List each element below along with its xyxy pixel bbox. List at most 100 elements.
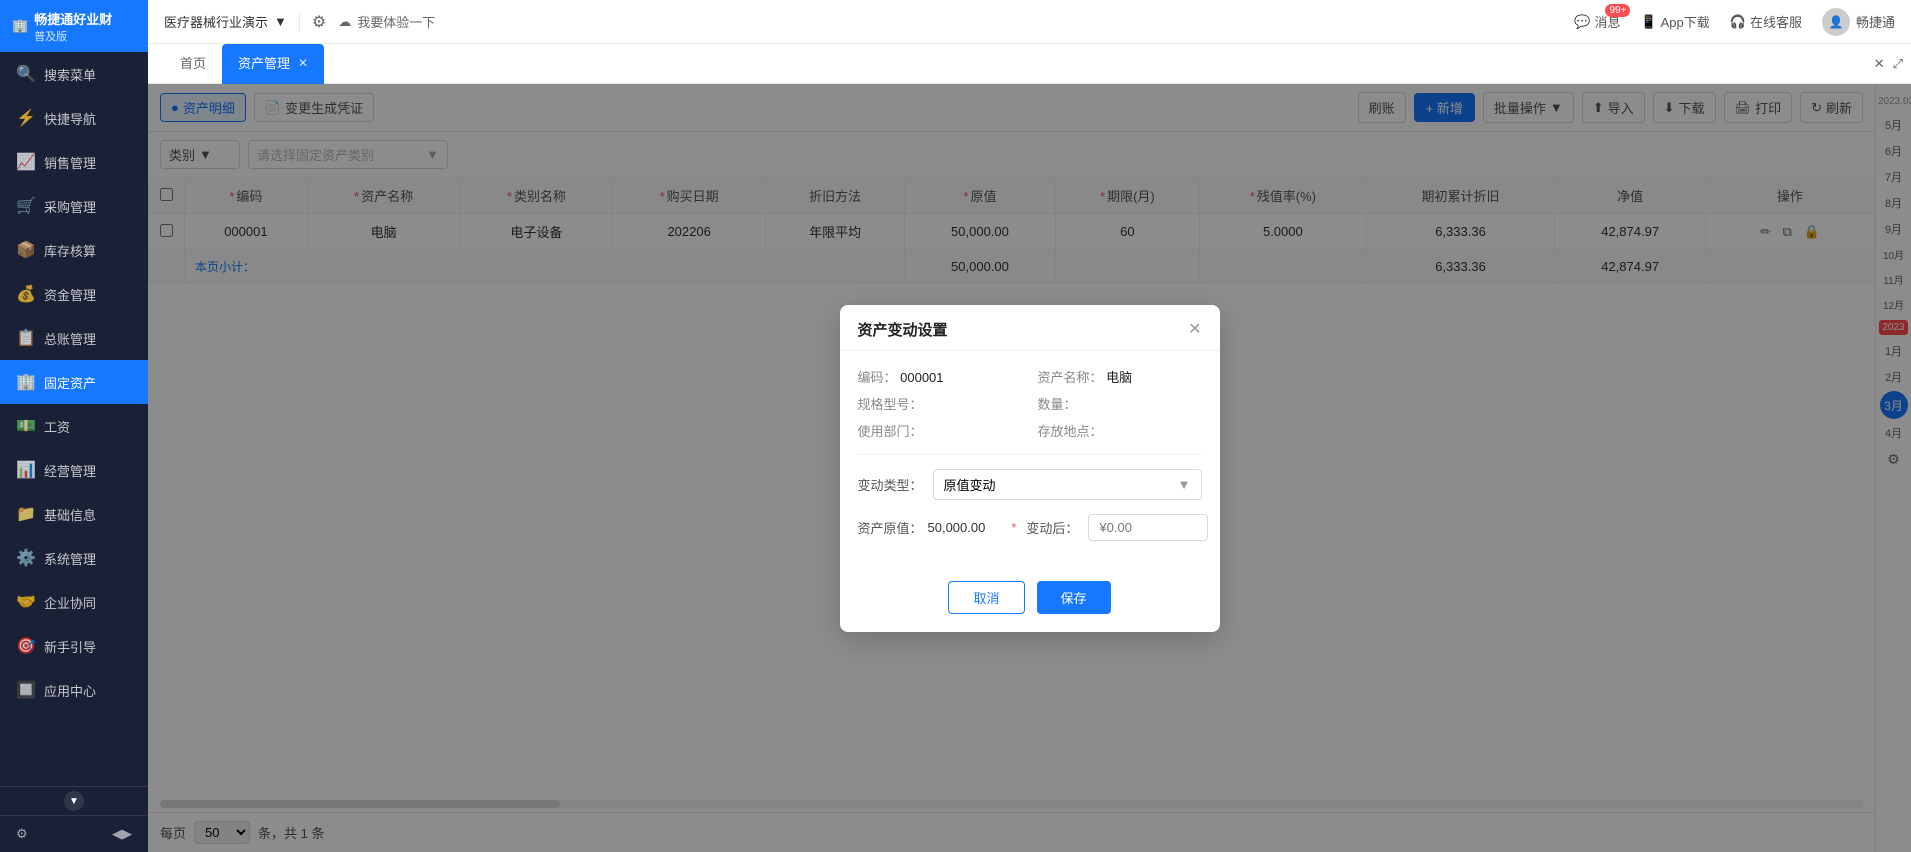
main-content: 医疗器械行业演示 ▼ ⚙ ☁ 我要体验一下 💬 消息 99+ 📱 App下载 🎧… [148, 0, 1911, 852]
gear-icon: ⚙️ [16, 548, 34, 568]
dialog-overlay: 资产变动设置 ✕ 编码： 000001 资产名称： 电脑 [148, 84, 1911, 852]
scroll-down-btn[interactable]: ▼ [64, 791, 84, 811]
sidebar-item-label: 经营管理 [44, 461, 96, 480]
original-value-label: 资产原值： [858, 518, 918, 537]
sidebar-item-quicknav[interactable]: ⚡ 快捷导航 [0, 96, 148, 140]
payroll-icon: 💵 [16, 416, 34, 436]
sidebar-item-sales[interactable]: 📈 销售管理 [0, 140, 148, 184]
experience-btn[interactable]: ☁ 我要体验一下 [338, 12, 435, 31]
online-service-label: 在线客服 [1750, 12, 1802, 31]
dialog-department-field: 使用部门： [858, 421, 1022, 440]
sidebar-item-appstore[interactable]: 🔲 应用中心 [0, 668, 148, 712]
change-type-select[interactable]: 原值变动 ▼ [933, 469, 1202, 500]
sidebar-item-label: 资金管理 [44, 285, 96, 304]
message-count: 99+ [1605, 4, 1630, 17]
original-value-row: 资产原值： 50,000.00 * 变动后： [858, 514, 1202, 541]
change-type-value: 原值变动 [944, 475, 996, 494]
cloud-icon: ☁ [338, 14, 351, 30]
cancel-label: 取消 [973, 591, 999, 606]
tab-close-icon[interactable]: ✕ [298, 56, 308, 70]
tab-home[interactable]: 首页 [164, 44, 222, 84]
message-icon: 💬 [1574, 14, 1590, 30]
window-expand-icon[interactable]: ⤢ [1893, 56, 1903, 72]
code-value: 000001 [900, 370, 943, 385]
folder-icon: 📁 [16, 504, 34, 524]
settings-icon[interactable]: ⚙ [16, 826, 28, 842]
tab-asset-management[interactable]: 资产管理 ✕ [222, 44, 324, 84]
sidebar-item-label: 新手引导 [44, 637, 96, 656]
dialog-title: 资产变动设置 [858, 319, 948, 340]
username: 畅捷通 [1856, 12, 1895, 31]
after-change-label: 变动后： [1026, 518, 1078, 537]
app-download-label: App下载 [1661, 12, 1710, 31]
sidebar-item-label: 应用中心 [44, 681, 96, 700]
window-close-icon[interactable]: ✕ [1874, 56, 1885, 72]
chart-icon: 📈 [16, 152, 34, 172]
sidebar-item-label: 工资 [44, 417, 70, 436]
sidebar-item-payroll[interactable]: 💵 工资 [0, 404, 148, 448]
user-btn[interactable]: 👤 畅捷通 [1822, 8, 1895, 36]
avatar: 👤 [1822, 8, 1850, 36]
quantity-label: 数量： [1038, 397, 1077, 412]
change-type-label: 变动类型： [858, 475, 923, 494]
save-label: 保存 [1061, 591, 1087, 606]
tab-asset-label: 资产管理 [238, 53, 290, 72]
target-icon: 🎯 [16, 636, 34, 656]
app-logo: 🏢 畅捷通好业财 普及版 [0, 0, 148, 52]
sidebar-item-label: 搜索菜单 [44, 65, 96, 84]
dialog-divider [858, 454, 1202, 455]
sidebar-item-purchase[interactable]: 🛒 采购管理 [0, 184, 148, 228]
sidebar-item-label: 企业协同 [44, 593, 96, 612]
settings-button[interactable]: ⚙ [312, 12, 326, 32]
sidebar-item-label: 库存核算 [44, 241, 96, 260]
app-name: 畅捷通好业财 [34, 9, 112, 28]
lightning-icon: ⚡ [16, 108, 34, 128]
money-icon: 💰 [16, 284, 34, 304]
after-change-input[interactable] [1088, 514, 1208, 541]
sidebar-item-search[interactable]: 🔍 搜索菜单 [0, 52, 148, 96]
dialog-storage-field: 存放地点： [1038, 421, 1202, 440]
message-btn[interactable]: 💬 消息 99+ [1574, 12, 1620, 31]
dialog-asset-name-field: 资产名称： 电脑 [1038, 367, 1202, 386]
dialog-spec-field: 规格型号： [858, 394, 1022, 413]
dialog-close-icon[interactable]: ✕ [1188, 319, 1201, 339]
tabbar: 首页 资产管理 ✕ ✕ ⤢ [148, 44, 1911, 84]
sidebar-item-guide[interactable]: 🎯 新手引导 [0, 624, 148, 668]
company-name: 医疗器械行业演示 [164, 12, 268, 31]
code-label: 编码： [858, 370, 897, 385]
tabbar-right: ✕ ⤢ [1874, 56, 1911, 72]
storage-label: 存放地点： [1038, 424, 1103, 439]
sidebar-item-fixedassets[interactable]: 🏢 固定资产 [0, 360, 148, 404]
box-icon: 📦 [16, 240, 34, 260]
app-edition: 普及版 [34, 28, 112, 44]
dropdown-icon: ▼ [274, 14, 287, 29]
asset-change-dialog: 资产变动设置 ✕ 编码： 000001 资产名称： 电脑 [840, 305, 1220, 632]
cancel-button[interactable]: 取消 [948, 581, 1024, 614]
sidebar-item-label: 采购管理 [44, 197, 96, 216]
tab-home-label: 首页 [180, 53, 206, 72]
sidebar-item-label: 销售管理 [44, 153, 96, 172]
sidebar-item-ledger[interactable]: 📋 总账管理 [0, 316, 148, 360]
select-dropdown-icon: ▼ [1178, 477, 1191, 492]
collapse-icon[interactable]: ◀▶ [112, 826, 132, 842]
grid-icon: 🔲 [16, 680, 34, 700]
dialog-header: 资产变动设置 ✕ [840, 305, 1220, 351]
sidebar-item-label: 系统管理 [44, 549, 96, 568]
save-button[interactable]: 保存 [1037, 581, 1111, 614]
dialog-info-grid: 编码： 000001 资产名称： 电脑 规格型号： 数量： [858, 367, 1202, 440]
download-icon: 📱 [1640, 14, 1656, 30]
sidebar-item-inventory[interactable]: 📦 库存核算 [0, 228, 148, 272]
app-download-btn[interactable]: 📱 App下载 [1640, 12, 1709, 31]
dialog-body: 编码： 000001 资产名称： 电脑 规格型号： 数量： [840, 351, 1220, 571]
sidebar-item-finance[interactable]: 💰 资金管理 [0, 272, 148, 316]
experience-label: 我要体验一下 [357, 12, 435, 31]
company-selector[interactable]: 医疗器械行业演示 ▼ [164, 12, 287, 31]
sidebar-item-management[interactable]: 📊 经营管理 [0, 448, 148, 492]
change-type-row: 变动类型： 原值变动 ▼ [858, 469, 1202, 500]
sidebar-item-base[interactable]: 📁 基础信息 [0, 492, 148, 536]
sidebar-item-cooperation[interactable]: 🤝 企业协同 [0, 580, 148, 624]
handshake-icon: 🤝 [16, 592, 34, 612]
sidebar-item-system[interactable]: ⚙️ 系统管理 [0, 536, 148, 580]
logo-icon: 🏢 [12, 18, 28, 34]
online-service-btn[interactable]: 🎧 在线客服 [1730, 12, 1802, 31]
